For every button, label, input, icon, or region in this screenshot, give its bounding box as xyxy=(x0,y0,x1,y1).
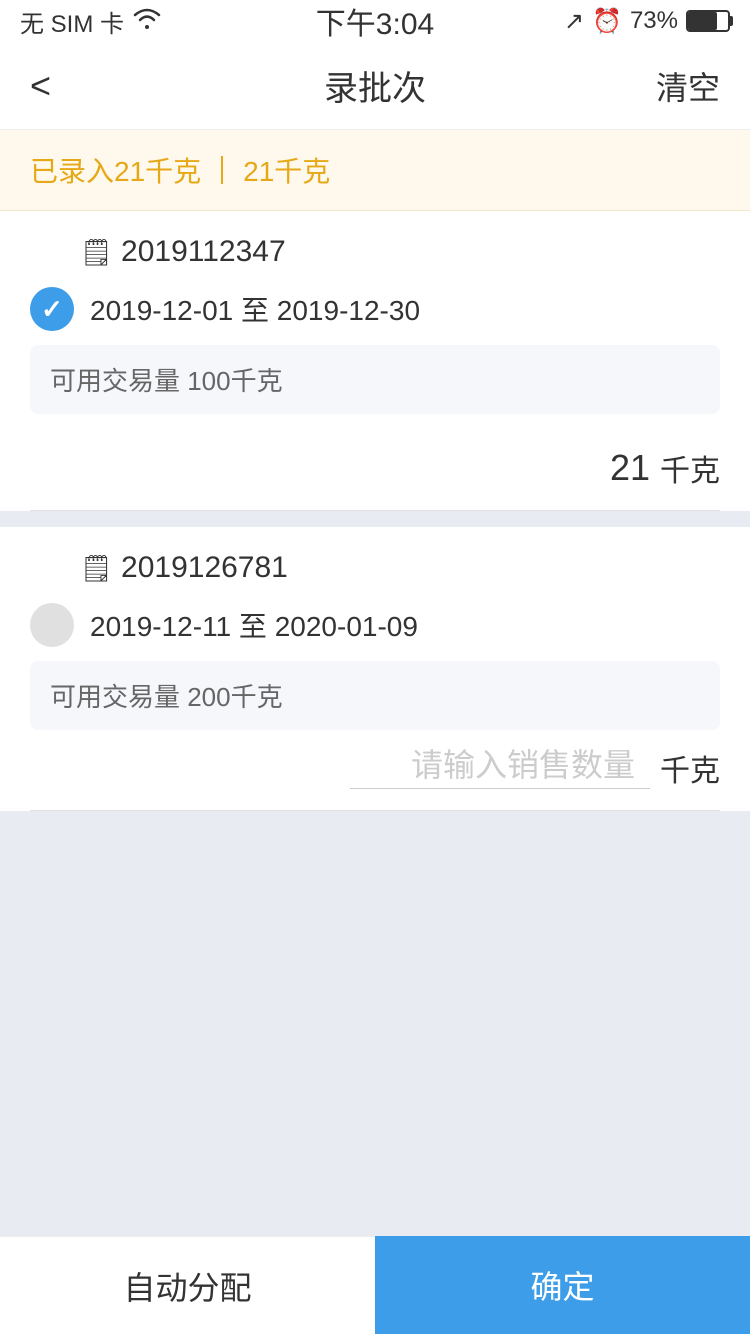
summary-bar: 已录入21千克 21千克 xyxy=(0,130,750,211)
confirm-button[interactable]: 确定 xyxy=(375,1236,750,1334)
batch-availability-2: 可用交易量 200千克 xyxy=(30,661,720,730)
wifi-icon xyxy=(132,7,162,36)
nav-bar: < 录批次 清空 xyxy=(0,42,750,130)
status-bar-left: 无 SIM 卡 xyxy=(20,4,162,39)
quantity-input-2[interactable] xyxy=(350,747,650,789)
doc-icon-2: 🗒 xyxy=(80,553,113,584)
total-amount: 21千克 xyxy=(243,150,330,190)
clear-button[interactable]: 清空 xyxy=(656,63,720,109)
batch-item-2-header: 🗒 2019126781 xyxy=(0,527,750,595)
quantity-unit-2: 千克 xyxy=(660,746,720,790)
batch-date-2: 2019-12-11 至 2020-01-09 xyxy=(90,605,418,645)
status-bar: 无 SIM 卡 下午3:04 ↗ ⏰ 73% xyxy=(0,0,750,42)
bottom-area xyxy=(0,811,750,1241)
batch-date-1: 2019-12-01 至 2019-12-30 xyxy=(90,289,420,329)
section-divider xyxy=(0,511,750,527)
batch-item-2-date-row[interactable]: 2019-12-11 至 2020-01-09 xyxy=(0,595,750,657)
battery-percent: 73% xyxy=(630,7,678,35)
alarm-icon: ⏰ xyxy=(592,7,622,36)
auto-distribute-button[interactable]: 自动分配 xyxy=(0,1236,375,1334)
page-title: 录批次 xyxy=(324,61,426,110)
batch-item-1-header: 🗒 2019112347 xyxy=(0,211,750,279)
batch-item-1-id: 🗒 2019112347 xyxy=(80,235,720,269)
summary-divider xyxy=(221,156,223,184)
back-button[interactable]: < xyxy=(30,65,51,107)
status-bar-time: 下午3:04 xyxy=(316,0,434,43)
battery-icon xyxy=(686,10,730,32)
quantity-value-1: 21 xyxy=(610,447,650,489)
batch-item-1-date-row[interactable]: ✓ 2019-12-01 至 2019-12-30 xyxy=(0,279,750,341)
quantity-input-row-2: 千克 xyxy=(0,746,750,810)
footer: 自动分配 确定 xyxy=(0,1236,750,1334)
check-icon-1: ✓ xyxy=(41,294,63,325)
location-icon: ↗ xyxy=(564,7,584,36)
doc-icon-1: 🗒 xyxy=(80,237,113,268)
quantity-unit-1: 千克 xyxy=(660,446,720,490)
batch-item-2: 🗒 2019126781 2019-12-11 至 2020-01-09 可用交… xyxy=(0,527,750,811)
batch-item-1: 🗒 2019112347 ✓ 2019-12-01 至 2019-12-30 可… xyxy=(0,211,750,511)
batch-radio-1[interactable]: ✓ xyxy=(30,287,74,331)
recorded-amount: 已录入21千克 xyxy=(30,150,201,190)
status-bar-right: ↗ ⏰ 73% xyxy=(564,7,730,36)
batch-availability-1: 可用交易量 100千克 xyxy=(30,345,720,414)
sim-text: 无 SIM 卡 xyxy=(20,4,124,39)
batch-item-2-id: 🗒 2019126781 xyxy=(80,551,720,585)
batch-radio-2[interactable] xyxy=(30,603,74,647)
quantity-row-1: 21 千克 xyxy=(0,430,750,510)
